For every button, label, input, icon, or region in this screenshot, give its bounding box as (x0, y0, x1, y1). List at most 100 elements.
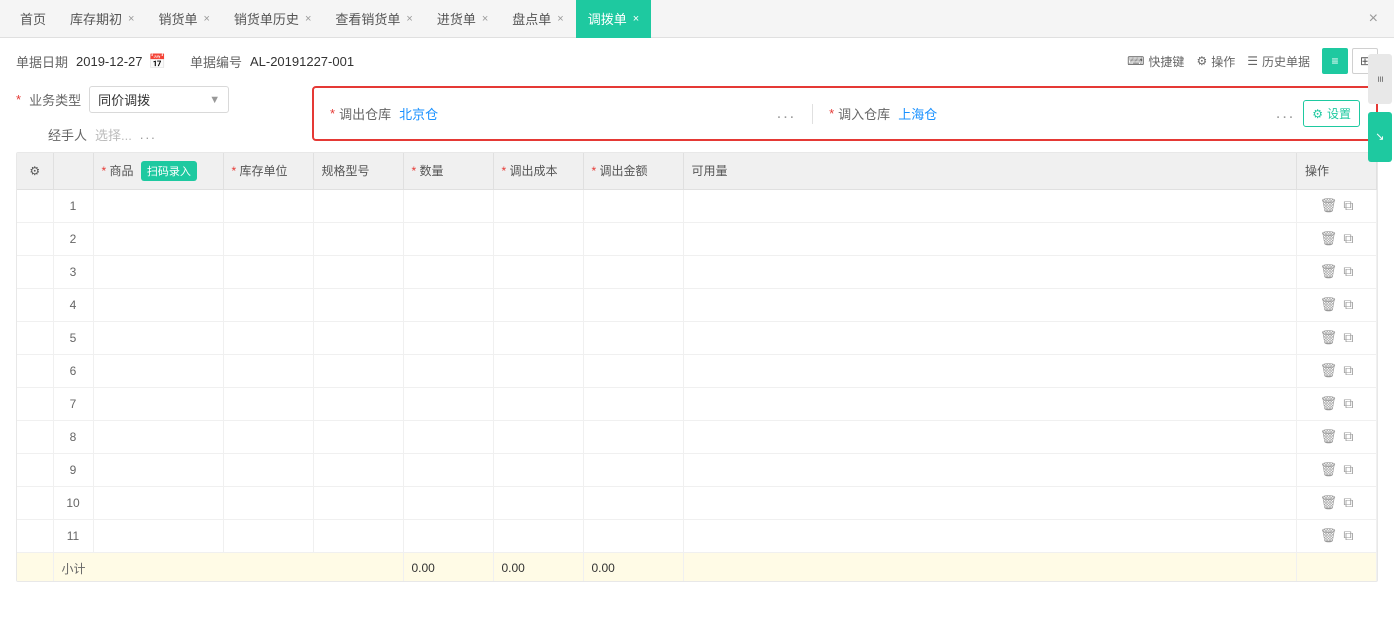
row-spec-cell[interactable] (313, 420, 403, 453)
row-qty-cell[interactable] (403, 189, 493, 222)
row-spec-cell[interactable] (313, 453, 403, 486)
tab-inventory[interactable]: 盘点单 × (500, 0, 575, 38)
row-qty-cell[interactable] (403, 519, 493, 552)
row-cost-cell[interactable] (493, 486, 583, 519)
row-available-cell[interactable] (683, 420, 1297, 453)
row-goods-cell[interactable] (93, 288, 223, 321)
history-button[interactable]: ☰ 历史单据 (1247, 53, 1310, 70)
row-spec-cell[interactable] (313, 288, 403, 321)
row-available-cell[interactable] (683, 321, 1297, 354)
row-cost-cell[interactable] (493, 255, 583, 288)
tab-purchase[interactable]: 进货单 × (425, 0, 500, 38)
row-goods-cell[interactable] (93, 255, 223, 288)
row-qty-cell[interactable] (403, 486, 493, 519)
in-warehouse-value[interactable]: 上海仓 (898, 104, 937, 123)
copy-icon[interactable]: ⧉ (1343, 263, 1353, 280)
row-cost-cell[interactable] (493, 387, 583, 420)
copy-icon[interactable]: ⧉ (1343, 428, 1353, 445)
row-available-cell[interactable] (683, 354, 1297, 387)
copy-icon[interactable]: ⧉ (1343, 296, 1353, 313)
delete-icon[interactable]: 🗑 (1320, 329, 1338, 346)
row-spec-cell[interactable] (313, 321, 403, 354)
row-unit-cell[interactable] (223, 189, 313, 222)
row-spec-cell[interactable] (313, 189, 403, 222)
delete-icon[interactable]: 🗑 (1320, 527, 1338, 544)
row-unit-cell[interactable] (223, 420, 313, 453)
delete-icon[interactable]: 🗑 (1320, 461, 1338, 478)
row-cost-cell[interactable] (493, 222, 583, 255)
row-amount-cell[interactable] (583, 222, 683, 255)
row-cost-cell[interactable] (493, 420, 583, 453)
row-unit-cell[interactable] (223, 288, 313, 321)
row-spec-cell[interactable] (313, 387, 403, 420)
tab-inventory-init-close[interactable]: × (128, 13, 134, 25)
row-goods-cell[interactable] (93, 519, 223, 552)
row-spec-cell[interactable] (313, 519, 403, 552)
out-warehouse-more-button[interactable]: ... (777, 105, 796, 123)
row-cost-cell[interactable] (493, 189, 583, 222)
copy-icon[interactable]: ⧉ (1343, 527, 1353, 544)
tab-purchase-close[interactable]: × (482, 13, 488, 25)
tab-view-sales-close[interactable]: × (406, 13, 412, 25)
delete-icon[interactable]: 🗑 (1320, 263, 1338, 280)
row-unit-cell[interactable] (223, 486, 313, 519)
row-spec-cell[interactable] (313, 354, 403, 387)
row-amount-cell[interactable] (583, 321, 683, 354)
row-amount-cell[interactable] (583, 486, 683, 519)
in-warehouse-more-button[interactable]: ... (1276, 105, 1295, 123)
row-goods-cell[interactable] (93, 486, 223, 519)
tab-sales-order-close[interactable]: × (203, 13, 209, 25)
row-goods-cell[interactable] (93, 453, 223, 486)
settings-button[interactable]: ⚙ 设置 (1303, 100, 1360, 127)
agent-placeholder[interactable]: 选择... (95, 125, 132, 144)
row-spec-cell[interactable] (313, 255, 403, 288)
delete-icon[interactable]: 🗑 (1320, 296, 1338, 313)
row-qty-cell[interactable] (403, 420, 493, 453)
row-cost-cell[interactable] (493, 354, 583, 387)
row-amount-cell[interactable] (583, 255, 683, 288)
row-available-cell[interactable] (683, 387, 1297, 420)
tab-home[interactable]: 首页 (8, 0, 58, 38)
row-cost-cell[interactable] (493, 519, 583, 552)
row-goods-cell[interactable] (93, 420, 223, 453)
row-amount-cell[interactable] (583, 354, 683, 387)
row-amount-cell[interactable] (583, 420, 683, 453)
row-available-cell[interactable] (683, 486, 1297, 519)
sidebar-export-button[interactable]: ↗ (1368, 112, 1392, 162)
tab-inventory-init[interactable]: 库存期初 × (58, 0, 146, 38)
row-unit-cell[interactable] (223, 255, 313, 288)
copy-icon[interactable]: ⧉ (1343, 230, 1353, 247)
row-available-cell[interactable] (683, 453, 1297, 486)
row-qty-cell[interactable] (403, 354, 493, 387)
row-cost-cell[interactable] (493, 288, 583, 321)
calendar-icon[interactable]: 📅 (149, 53, 166, 70)
row-qty-cell[interactable] (403, 453, 493, 486)
row-goods-cell[interactable] (93, 354, 223, 387)
tab-view-sales[interactable]: 查看销货单 × (323, 0, 424, 38)
row-unit-cell[interactable] (223, 453, 313, 486)
row-spec-cell[interactable] (313, 486, 403, 519)
row-cost-cell[interactable] (493, 321, 583, 354)
delete-icon[interactable]: 🗑 (1320, 494, 1338, 511)
copy-icon[interactable]: ⧉ (1343, 329, 1353, 346)
copy-icon[interactable]: ⧉ (1343, 395, 1353, 412)
row-unit-cell[interactable] (223, 321, 313, 354)
copy-icon[interactable]: ⧉ (1343, 362, 1353, 379)
delete-icon[interactable]: 🗑 (1320, 197, 1338, 214)
row-amount-cell[interactable] (583, 519, 683, 552)
row-qty-cell[interactable] (403, 387, 493, 420)
sidebar-doc-button[interactable]: ≡ (1368, 54, 1392, 104)
row-spec-cell[interactable] (313, 222, 403, 255)
tab-transfer[interactable]: 调拨单 × (576, 0, 651, 38)
out-warehouse-value[interactable]: 北京仓 (399, 104, 438, 123)
col-gear[interactable]: ⚙ (17, 153, 53, 189)
row-available-cell[interactable] (683, 519, 1297, 552)
row-available-cell[interactable] (683, 222, 1297, 255)
row-amount-cell[interactable] (583, 288, 683, 321)
row-goods-cell[interactable] (93, 321, 223, 354)
delete-icon[interactable]: 🗑 (1320, 230, 1338, 247)
row-unit-cell[interactable] (223, 354, 313, 387)
row-qty-cell[interactable] (403, 321, 493, 354)
copy-icon[interactable]: ⧉ (1343, 197, 1353, 214)
scan-button[interactable]: 扫码录入 (141, 161, 197, 181)
